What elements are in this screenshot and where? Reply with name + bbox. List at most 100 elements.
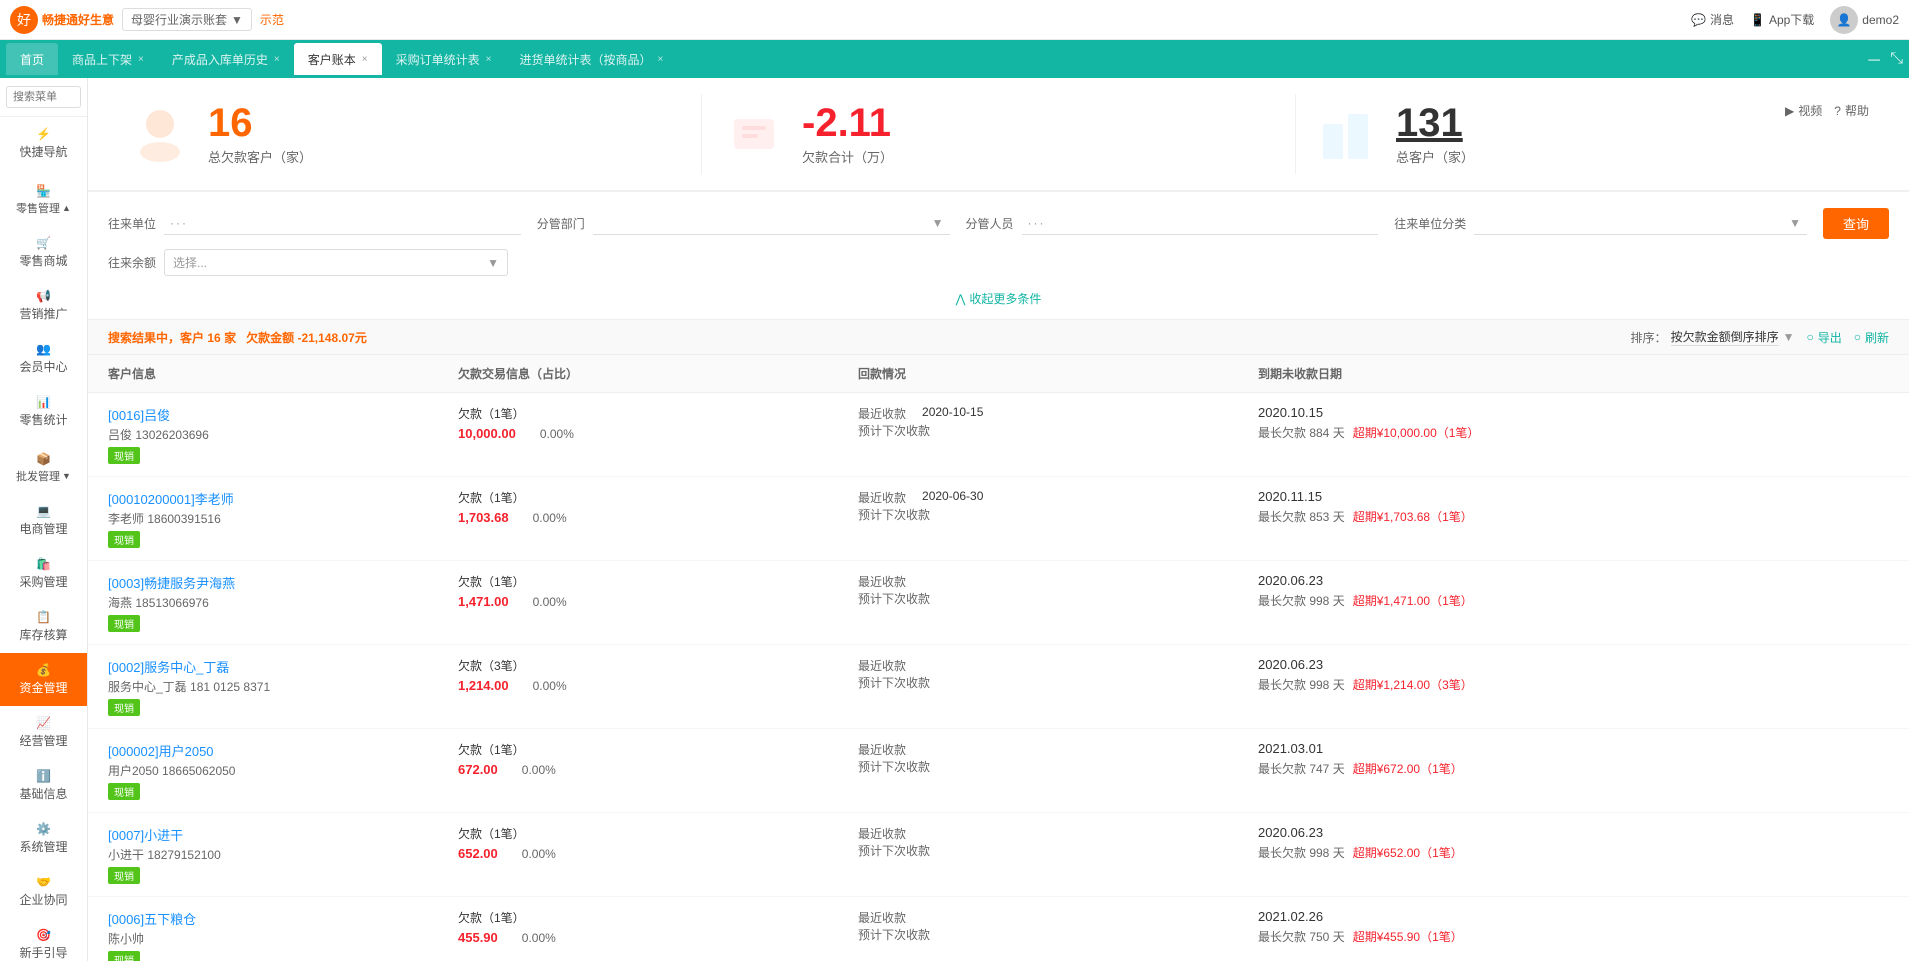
customer-info-4: [000002]用户2050 用户2050 18665062050 现销: [108, 741, 458, 800]
unit-category-input[interactable]: ▼: [1474, 212, 1807, 235]
sidebar-item-quick-nav[interactable]: ⚡ 快捷导航: [0, 117, 87, 170]
sidebar-item-operation[interactable]: 📈 经营管理: [0, 706, 87, 759]
tab-inbound[interactable]: 进货单统计表（按商品） ×: [505, 43, 677, 75]
source-unit-input[interactable]: ···: [164, 212, 521, 235]
sidebar-item-ecommerce[interactable]: 💻 电商管理: [0, 494, 87, 547]
payment-info-2: 最近收款 预计下次收款: [858, 573, 1258, 607]
video-button[interactable]: ▶ 视频: [1785, 102, 1822, 119]
sidebar-item-basic-info[interactable]: ℹ️ 基础信息: [0, 759, 87, 812]
payment-info-0: 最近收款 2020-10-15 预计下次收款: [858, 405, 1258, 439]
sort-label: 排序： 按欠款金额倒序排序 ▼: [1631, 328, 1795, 346]
customer-name-5[interactable]: [0007]小进干: [108, 828, 183, 843]
result-prefix: 搜索结果中，客户: [108, 331, 204, 345]
balance-value: 选择...: [173, 254, 207, 271]
tab-products-label: 产成品入库单历史: [172, 51, 268, 68]
sort-value[interactable]: 按欠款金额倒序排序: [1671, 328, 1779, 346]
manager-value: ···: [1028, 216, 1046, 230]
sidebar-item-label: 快捷导航: [19, 143, 67, 160]
customer-sub-1: 李老师 18600391516: [108, 510, 458, 527]
app-download-button[interactable]: 📱 App下载: [1750, 11, 1814, 28]
stat-info-customers: 16 总欠款客户（家）: [208, 103, 312, 166]
sidebar-item-guide[interactable]: 🎯 新手引导: [0, 918, 87, 961]
debt-info-5: 欠款（1笔） 652.00 0.00%: [458, 825, 858, 861]
wholesale-icon: 📦: [36, 452, 51, 466]
tab-goods[interactable]: 商品上下架 ×: [58, 43, 158, 75]
customer-sub-3: 服务中心_丁磊 181 0125 8371: [108, 678, 458, 695]
debt-label: 欠款金额: [246, 331, 294, 345]
close-icon[interactable]: ×: [138, 54, 144, 65]
sidebar-item-inventory[interactable]: 📋 库存核算: [0, 600, 87, 653]
close-icon[interactable]: ×: [657, 54, 663, 65]
customer-info-0: [0016]吕俊 吕俊 13026203696 现销: [108, 405, 458, 464]
overdue-amount-3[interactable]: 超期¥1,214.00（3笔）: [1353, 676, 1473, 693]
sidebar-item-member[interactable]: 👥 会员中心: [0, 332, 87, 385]
sidebar: ⚡ 快捷导航 🏪 零售管理 ▲ 🛒 零售商城 📢 营销推广 👥: [0, 78, 88, 961]
message-button[interactable]: 💬 消息: [1691, 11, 1734, 28]
sidebar-item-label: 采购管理: [19, 573, 67, 590]
chevron-down-icon: ▼: [487, 256, 499, 270]
overdue-amount-1[interactable]: 超期¥1,703.68（1笔）: [1353, 508, 1473, 525]
balance-label: 往来余额: [108, 254, 156, 271]
overdue-amount-4[interactable]: 超期¥672.00（1笔）: [1353, 760, 1463, 777]
collapse-row: ⋀ 收起更多条件: [108, 286, 1889, 311]
manager-input[interactable]: ···: [1022, 212, 1379, 235]
overdue-amount-0[interactable]: 超期¥10,000.00（1笔）: [1353, 424, 1480, 441]
sidebar-item-system[interactable]: ⚙️ 系统管理: [0, 812, 87, 865]
minimize-icon[interactable]: －: [1866, 47, 1882, 71]
top-bar: 好 畅捷通好生意 母婴行业演示账套 ▼ 示范 💬 消息 📱 App下载 👤 de…: [0, 0, 1909, 40]
sidebar-item-marketing[interactable]: 📢 营销推广: [0, 279, 87, 332]
stat-card-customers: 16 总欠款客户（家）: [108, 94, 702, 174]
debt-amount-1: 1,703.68: [458, 510, 509, 525]
collapse-button[interactable]: ⋀ 收起更多条件: [956, 290, 1042, 307]
finance-icon: 💰: [36, 663, 51, 677]
debt-info-2: 欠款（1笔） 1,471.00 0.00%: [458, 573, 858, 609]
dept-label: 分管部门: [537, 215, 585, 232]
main-layout: ⚡ 快捷导航 🏪 零售管理 ▲ 🛒 零售商城 📢 营销推广 👥: [0, 78, 1909, 961]
close-icon[interactable]: ×: [486, 54, 492, 65]
customer-name-3[interactable]: [0002]服务中心_丁磊: [108, 660, 229, 675]
brand-name: 畅捷通好生意: [42, 11, 114, 28]
search-input[interactable]: [6, 86, 81, 108]
sidebar-item-retail-stats[interactable]: 📊 零售统计: [0, 385, 87, 438]
tab-bar-actions: － ⤡: [1866, 47, 1903, 71]
store-selector[interactable]: 母婴行业演示账套 ▼: [122, 8, 252, 31]
customer-sub-5: 小进干 18279152100: [108, 846, 458, 863]
tab-purchase[interactable]: 采购订单统计表 ×: [382, 43, 506, 75]
stat-label-debt: 欠款合计（万）: [802, 147, 893, 166]
debt-info-1: 欠款（1笔） 1,703.68 0.00%: [458, 489, 858, 525]
tab-account[interactable]: 客户账本 ×: [294, 43, 382, 75]
customer-name-1[interactable]: [00010200001]李老师: [108, 492, 234, 507]
overdue-amount-6[interactable]: 超期¥455.90（1笔）: [1353, 928, 1463, 945]
sidebar-item-retail-mgmt[interactable]: 🏪 零售管理 ▲: [0, 174, 87, 226]
maximize-icon[interactable]: ⤡: [1890, 50, 1903, 68]
sidebar-item-enterprise[interactable]: 🤝 企业协同: [0, 865, 87, 918]
customer-badge-6: 现销: [108, 951, 140, 961]
balance-select[interactable]: 选择... ▼: [164, 249, 508, 276]
close-icon[interactable]: ×: [274, 54, 280, 65]
sidebar-item-finance[interactable]: 💰 资金管理: [0, 653, 87, 706]
customer-name-4[interactable]: [000002]用户2050: [108, 744, 214, 759]
filter-source-unit: 往来单位 ···: [108, 212, 521, 235]
tab-products[interactable]: 产成品入库单历史 ×: [158, 43, 294, 75]
user-area[interactable]: 👤 demo2: [1830, 6, 1899, 34]
sidebar-item-wholesale[interactable]: 📦 批发管理 ▼: [0, 442, 87, 494]
tab-home[interactable]: 首页: [6, 43, 58, 75]
refresh-button[interactable]: ○ 刷新: [1854, 329, 1889, 346]
help-button[interactable]: ? 帮助: [1834, 102, 1869, 119]
export-button[interactable]: ○ 导出: [1806, 329, 1841, 346]
sidebar-item-retail-mall[interactable]: 🛒 零售商城: [0, 226, 87, 279]
dept-input[interactable]: ▼: [593, 212, 950, 235]
result-actions: 排序： 按欠款金额倒序排序 ▼ ○ 导出 ○ 刷新: [1631, 328, 1889, 346]
purchase-icon: 🛍️: [36, 557, 51, 571]
customer-name-6[interactable]: [0006]五下粮仓: [108, 912, 196, 927]
close-icon[interactable]: ×: [362, 54, 368, 65]
customer-name-2[interactable]: [0003]畅捷服务尹海燕: [108, 576, 235, 591]
customer-name-0[interactable]: [0016]吕俊: [108, 408, 170, 423]
ecommerce-icon: 💻: [36, 504, 51, 518]
overdue-amount-2[interactable]: 超期¥1,471.00（1笔）: [1353, 592, 1473, 609]
overdue-amount-5[interactable]: 超期¥652.00（1笔）: [1353, 844, 1463, 861]
collapse-icon: ⋀: [956, 292, 966, 306]
search-button[interactable]: 查询: [1823, 208, 1889, 239]
sidebar-item-purchase[interactable]: 🛍️ 采购管理: [0, 547, 87, 600]
due-info-3: 2020.06.23 最长欠款 998 天 超期¥1,214.00（3笔）: [1258, 657, 1889, 693]
